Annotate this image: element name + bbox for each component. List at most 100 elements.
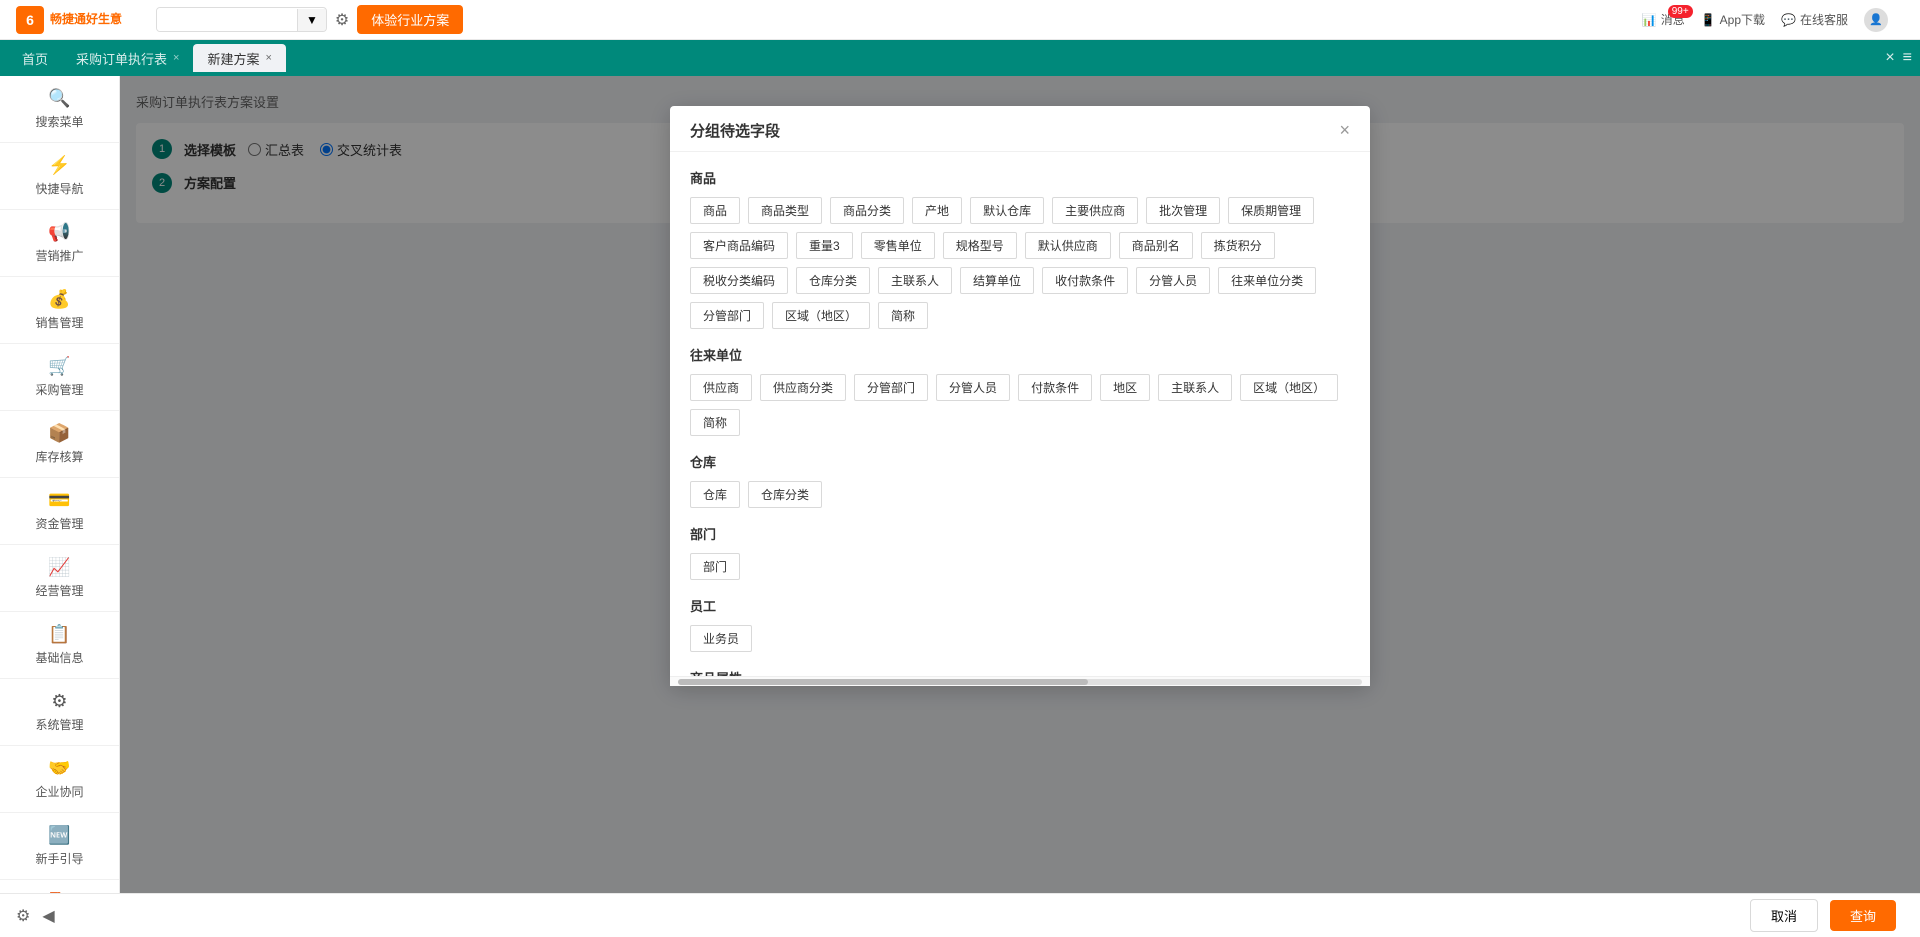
sidebar-item-basics[interactable]: 📋 基础信息	[0, 612, 119, 679]
tag-retail-unit[interactable]: 零售单位	[861, 232, 935, 259]
tag-payment-terms[interactable]: 收付款条件	[1042, 267, 1128, 294]
quicknav-icon: ⚡	[48, 155, 70, 176]
section-warehouse-title: 仓库	[690, 452, 1350, 471]
purchase-icon: 🛒	[48, 356, 70, 377]
modal-close-btn[interactable]: ×	[1339, 120, 1350, 141]
bottom-bar: 取消 查询 ⚙ ◀	[0, 893, 1920, 937]
section-product-attr-title: 商品属性	[690, 668, 1350, 676]
tag-product-alias[interactable]: 商品别名	[1119, 232, 1193, 259]
section-partner: 往来单位 供应商 供应商分类 分管部门 分管人员 付款条件 地区 主联系人 区域…	[690, 345, 1350, 436]
tab-new-plan[interactable]: 新建方案 ×	[193, 44, 285, 72]
tag-spec-model[interactable]: 规格型号	[943, 232, 1017, 259]
tab-purchase-exec[interactable]: 采购订单执行表 ×	[62, 44, 193, 72]
tag-default-supplier[interactable]: 默认供应商	[1025, 232, 1111, 259]
tag-payment-condition[interactable]: 付款条件	[1018, 374, 1092, 401]
sidebar-item-purchase[interactable]: 🛒 采购管理	[0, 344, 119, 411]
tag-main-contact[interactable]: 主联系人	[878, 267, 952, 294]
section-partner-title: 往来单位	[690, 345, 1350, 364]
tag-product-category[interactable]: 商品分类	[830, 197, 904, 224]
section-product-title: 商品	[690, 168, 1350, 187]
sidebar-item-marketing[interactable]: 📢 营销推广	[0, 210, 119, 277]
sidebar-item-newbie[interactable]: 🆕 新手引导	[0, 813, 119, 880]
modal-header: 分组待选字段 ×	[670, 106, 1370, 152]
product-tags: 商品 商品类型 商品分类 产地 默认仓库 主要供应商 批次管理 保质期管理 客户…	[690, 197, 1350, 329]
tag-dept[interactable]: 部门	[690, 553, 740, 580]
tag-settlement-unit[interactable]: 结算单位	[960, 267, 1034, 294]
tag-warehouse[interactable]: 仓库	[690, 481, 740, 508]
tag-salesperson[interactable]: 业务员	[690, 625, 752, 652]
tab-new-plan-close[interactable]: ×	[265, 52, 271, 64]
top-app-download[interactable]: 📱 App下载	[1701, 11, 1765, 28]
tag-customer-sku[interactable]: 客户商品编码	[690, 232, 788, 259]
tag-product[interactable]: 商品	[690, 197, 740, 224]
section-employee: 员工 业务员	[690, 596, 1350, 652]
search-input[interactable]	[157, 8, 297, 31]
tag-region-product[interactable]: 区域（地区）	[772, 302, 870, 329]
search-dropdown-btn[interactable]: ▼	[297, 9, 326, 31]
sidebar-item-collab[interactable]: 🤝 企业协同	[0, 746, 119, 813]
tag-product-type[interactable]: 商品类型	[748, 197, 822, 224]
warehouse-tags: 仓库 仓库分类	[690, 481, 1350, 508]
tag-default-warehouse[interactable]: 默认仓库	[970, 197, 1044, 224]
top-message[interactable]: 📊 消息 99+	[1642, 11, 1685, 28]
tag-region2-partner[interactable]: 区域（地区）	[1240, 374, 1338, 401]
tag-main-supplier[interactable]: 主要供应商	[1052, 197, 1138, 224]
section-product-attr: 商品属性 属性 颜色 多规格 尺码 鞋码 1	[690, 668, 1350, 676]
modal-hscroll[interactable]	[670, 676, 1370, 686]
tab-home[interactable]: 首页	[8, 44, 62, 72]
bottom-left-controls: ⚙ ◀	[16, 906, 55, 926]
tag-partner-category[interactable]: 往来单位分类	[1218, 267, 1316, 294]
basics-icon: 📋	[48, 624, 70, 645]
sidebar-item-quicknav[interactable]: ⚡ 快捷导航	[0, 143, 119, 210]
tag-region-partner[interactable]: 地区	[1100, 374, 1150, 401]
inventory-icon: 📦	[48, 423, 70, 444]
top-gear-button[interactable]: ⚙	[335, 10, 349, 30]
tag-person-partner[interactable]: 分管人员	[936, 374, 1010, 401]
hscroll-track	[678, 679, 1362, 685]
confirm-button[interactable]: 查询	[1830, 900, 1896, 931]
sidebar-item-finance[interactable]: 💳 资金管理	[0, 478, 119, 545]
finance-icon: 💳	[48, 490, 70, 511]
tag-batch-mgmt[interactable]: 批次管理	[1146, 197, 1220, 224]
nav-menu-icon[interactable]: ≡	[1903, 49, 1912, 67]
hscroll-thumb	[678, 679, 1088, 685]
tag-pick-points[interactable]: 拣货积分	[1201, 232, 1275, 259]
logo-icon: 6	[16, 6, 44, 34]
nav-close-all[interactable]: ×	[1885, 49, 1894, 67]
tag-short-name-product[interactable]: 简称	[878, 302, 928, 329]
cancel-button[interactable]: 取消	[1750, 899, 1818, 932]
tag-warehouse-type[interactable]: 仓库分类	[748, 481, 822, 508]
tag-dept-partner[interactable]: 分管部门	[854, 374, 928, 401]
section-employee-title: 员工	[690, 596, 1350, 615]
search-icon: 🔍	[48, 88, 70, 109]
bottom-collapse-btn[interactable]: ◀	[42, 906, 54, 926]
sidebar-item-sales[interactable]: 💰 销售管理	[0, 277, 119, 344]
bottom-gear-btn[interactable]: ⚙	[16, 906, 30, 926]
section-product: 商品 商品 商品类型 商品分类 产地 默认仓库 主要供应商 批次管理 保质期管理…	[690, 168, 1350, 329]
avatar[interactable]: 👤	[1864, 8, 1888, 32]
top-online-service[interactable]: 💬 在线客服	[1781, 11, 1848, 28]
search-wrapper: ▼	[156, 7, 327, 32]
sidebar-item-search[interactable]: 🔍 搜索菜单	[0, 76, 119, 143]
exp-btn[interactable]: 体验行业方案	[357, 5, 463, 34]
tag-dept-charge[interactable]: 分管部门	[690, 302, 764, 329]
collab-icon: 🤝	[48, 758, 70, 779]
tag-short-name-partner[interactable]: 简称	[690, 409, 740, 436]
tag-origin[interactable]: 产地	[912, 197, 962, 224]
tag-warehouse-category[interactable]: 仓库分类	[796, 267, 870, 294]
tag-main-contact-partner[interactable]: 主联系人	[1158, 374, 1232, 401]
tag-supplier-category[interactable]: 供应商分类	[760, 374, 846, 401]
tag-supplier[interactable]: 供应商	[690, 374, 752, 401]
tab-purchase-exec-close[interactable]: ×	[173, 52, 179, 64]
sidebar-item-system[interactable]: ⚙ 系统管理	[0, 679, 119, 746]
tag-weight[interactable]: 重量3	[796, 232, 853, 259]
section-warehouse: 仓库 仓库 仓库分类	[690, 452, 1350, 508]
tag-person-in-charge[interactable]: 分管人员	[1136, 267, 1210, 294]
sidebar-item-operations[interactable]: 📈 经营管理	[0, 545, 119, 612]
tag-expiry-mgmt[interactable]: 保质期管理	[1228, 197, 1314, 224]
tag-tax-code[interactable]: 税收分类编码	[690, 267, 788, 294]
partner-tags: 供应商 供应商分类 分管部门 分管人员 付款条件 地区 主联系人 区域（地区） …	[690, 374, 1350, 436]
section-dept-title: 部门	[690, 524, 1350, 543]
message-badge: 99+	[1668, 5, 1693, 18]
sidebar-item-inventory[interactable]: 📦 库存核算	[0, 411, 119, 478]
